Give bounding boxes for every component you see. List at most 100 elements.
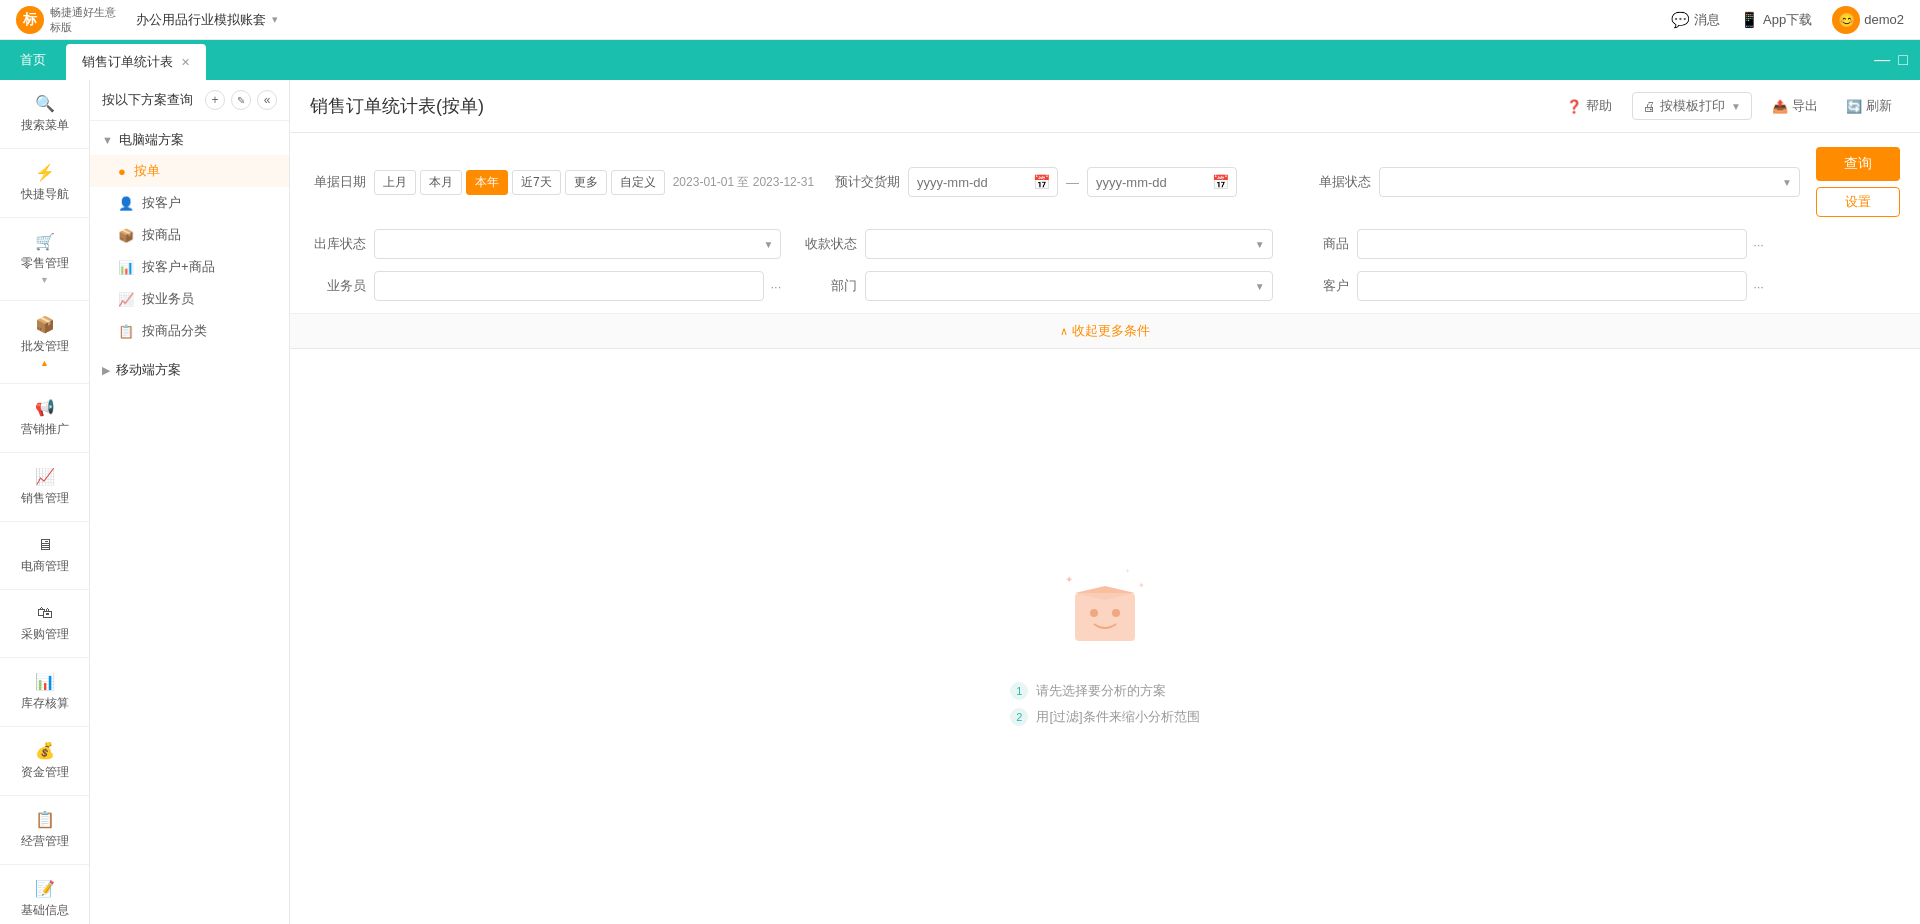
help-icon: ❓ (1566, 99, 1582, 114)
chevron-up-icon: ∧ (1060, 325, 1068, 338)
sidebar-item-retail-mgmt[interactable]: 🛒 零售管理 ▼ (0, 218, 89, 301)
empty-tip-1: 1 请先选择要分析的方案 (1010, 682, 1199, 700)
print-button[interactable]: 🖨 按模板打印 ▼ (1632, 92, 1752, 120)
ecom-icon: 🖥 (8, 536, 81, 554)
date-filter-cell: 单据日期 上月 本月 本年 近7天 更多 自定义 2023-01-01 至 20… (310, 170, 830, 195)
breadcrumb-chevron-icon[interactable]: ▾ (272, 13, 278, 26)
scheme-group-pc-header[interactable]: ▼ 电脑端方案 (90, 125, 289, 155)
customer-input[interactable] (1357, 271, 1747, 301)
wholesale-icon: 📦 (8, 315, 81, 334)
logo-area: 标 畅捷通好生意 标版 (16, 5, 116, 34)
sidebar-item-ecom-mgmt[interactable]: 🖥 电商管理 (0, 522, 89, 590)
retail-icon: 🛒 (8, 232, 81, 251)
date-btn-7days[interactable]: 近7天 (512, 170, 561, 195)
settings-button[interactable]: 设置 (1816, 187, 1900, 217)
tab-sales-order-stat[interactable]: 销售订单统计表 ✕ (66, 44, 206, 80)
sidebar-item-quick-nav[interactable]: ⚡ 快捷导航 (0, 149, 89, 218)
scheme-group-mobile-header[interactable]: ▶ 移动端方案 (90, 355, 289, 385)
product-input[interactable] (1357, 229, 1747, 259)
date-range-separator: — (1066, 175, 1079, 190)
date-btn-more[interactable]: 更多 (565, 170, 607, 195)
export-button[interactable]: 📤 导出 (1764, 93, 1826, 119)
empty-illustration: ✦ ✦ ✦ (1050, 548, 1160, 658)
scheme-panel-title: 按以下方案查询 (102, 91, 193, 109)
date-btn-last-month[interactable]: 上月 (374, 170, 416, 195)
payment-status-select[interactable] (865, 229, 1272, 259)
delivery-date-label: 预计交货期 (830, 173, 900, 191)
finance-icon: 💰 (8, 741, 81, 760)
salesman-ellipsis-btn[interactable]: ··· (770, 279, 781, 294)
calendar-start-icon: 📅 (1033, 174, 1050, 190)
scheme-item-by-customer[interactable]: 👤 按客户 (90, 187, 289, 219)
sidebar-item-wholesale-mgmt[interactable]: 📦 批发管理 ▲ (0, 301, 89, 384)
by-salesman-icon: 📈 (118, 292, 134, 307)
help-button[interactable]: ❓ 帮助 (1558, 93, 1620, 119)
app-download-button[interactable]: 📱 App下载 (1740, 11, 1812, 29)
message-button[interactable]: 💬 消息 (1671, 11, 1720, 29)
user-avatar[interactable]: 😊 demo2 (1832, 6, 1904, 34)
window-maximize-icon[interactable]: □ (1898, 51, 1908, 69)
date-buttons-group: 上月 本月 本年 近7天 更多 自定义 (374, 170, 665, 195)
main-panel: 销售订单统计表(按单) ❓ 帮助 🖨 按模板打印 ▼ 📤 导出 (290, 80, 1920, 924)
sidebar-item-sales-mgmt[interactable]: 📈 销售管理 (0, 453, 89, 522)
filter-section: 单据日期 上月 本月 本年 近7天 更多 自定义 2023-01-01 至 20… (290, 133, 1920, 349)
collapse-scheme-panel-button[interactable]: « (257, 90, 277, 110)
logo-icon: 标 (16, 6, 44, 34)
tab-close-icon[interactable]: ✕ (181, 56, 190, 69)
doc-status-select-wrap: ▼ (1379, 167, 1800, 197)
refresh-icon: 🔄 (1846, 99, 1862, 114)
salesman-label: 业务员 (310, 277, 366, 295)
ship-status-label: 出库状态 (310, 235, 366, 253)
tip-num-1: 1 (1010, 682, 1028, 700)
window-minimize-icon[interactable]: — (1874, 51, 1890, 69)
edit-scheme-button[interactable]: ✎ (231, 90, 251, 110)
sidebar-item-inventory[interactable]: 📊 库存核算 (0, 658, 89, 727)
date-btn-this-month[interactable]: 本月 (420, 170, 462, 195)
logo-text: 畅捷通好生意 标版 (50, 5, 116, 34)
sidebar-item-finance[interactable]: 💰 资金管理 (0, 727, 89, 796)
ship-status-select[interactable] (374, 229, 781, 259)
tab-bar-actions: — □ (1874, 51, 1920, 69)
sidebar-item-purchase-mgmt[interactable]: 🛍 采购管理 (0, 590, 89, 658)
filter-row-3: 业务员 ··· 部门 ▼ (310, 271, 1900, 301)
empty-illustration-svg: ✦ ✦ ✦ (1050, 548, 1160, 658)
scheme-item-by-salesman[interactable]: 📈 按业务员 (90, 283, 289, 315)
date-btn-this-year[interactable]: 本年 (466, 170, 508, 195)
payment-status-select-wrap: ▼ (865, 229, 1272, 259)
scheme-item-by-product[interactable]: 📦 按商品 (90, 219, 289, 251)
breadcrumb: 办公用品行业模拟账套 ▾ (136, 11, 278, 29)
by-customer-product-icon: 📊 (118, 260, 134, 275)
date-btn-custom[interactable]: 自定义 (611, 170, 665, 195)
query-button[interactable]: 查询 (1816, 147, 1900, 181)
scheme-panel: 按以下方案查询 + ✎ « ▼ 电脑端方案 ● 按单 👤 (90, 80, 290, 924)
refresh-button[interactable]: 🔄 刷新 (1838, 93, 1900, 119)
tab-home[interactable]: 首页 (0, 40, 66, 80)
salesman-input[interactable] (374, 271, 764, 301)
chevron-down-icon: ▼ (102, 134, 113, 146)
product-ellipsis-btn[interactable]: ··· (1753, 237, 1764, 252)
collapse-button[interactable]: ∧ 收起更多条件 (290, 313, 1920, 348)
page-header: 销售订单统计表(按单) ❓ 帮助 🖨 按模板打印 ▼ 📤 导出 (290, 80, 1920, 133)
doc-status-cell: 单据状态 ▼ (1315, 167, 1800, 197)
doc-status-select[interactable] (1379, 167, 1800, 197)
sidebar-item-operations[interactable]: 📋 经营管理 (0, 796, 89, 865)
svg-text:✦: ✦ (1138, 581, 1145, 590)
scheme-item-by-customer-product[interactable]: 📊 按客户+商品 (90, 251, 289, 283)
top-bar-right: 💬 消息 📱 App下载 😊 demo2 (1671, 6, 1904, 34)
scheme-panel-header: 按以下方案查询 + ✎ « (90, 80, 289, 121)
sales-icon: 📈 (8, 467, 81, 486)
delivery-end-wrap: 📅 (1087, 167, 1237, 197)
chevron-right-icon: ▶ (102, 364, 110, 377)
dept-label: 部门 (801, 277, 857, 295)
sidebar-item-marketing[interactable]: 📢 营销推广 (0, 384, 89, 453)
sidebar-item-search-menu[interactable]: 🔍 搜索菜单 (0, 80, 89, 149)
salesman-cell: 业务员 ··· (310, 271, 781, 301)
add-scheme-button[interactable]: + (205, 90, 225, 110)
customer-ellipsis-btn[interactable]: ··· (1753, 279, 1764, 294)
scheme-item-by-product-category[interactable]: 📋 按商品分类 (90, 315, 289, 347)
print-icon: 🖨 (1643, 99, 1656, 114)
scheme-item-by-order[interactable]: ● 按单 (90, 155, 289, 187)
sidebar-item-basic-info[interactable]: 📝 基础信息 (0, 865, 89, 924)
dept-select[interactable] (865, 271, 1272, 301)
delivery-date-cell: 预计交货期 📅 — 📅 (830, 167, 1315, 197)
